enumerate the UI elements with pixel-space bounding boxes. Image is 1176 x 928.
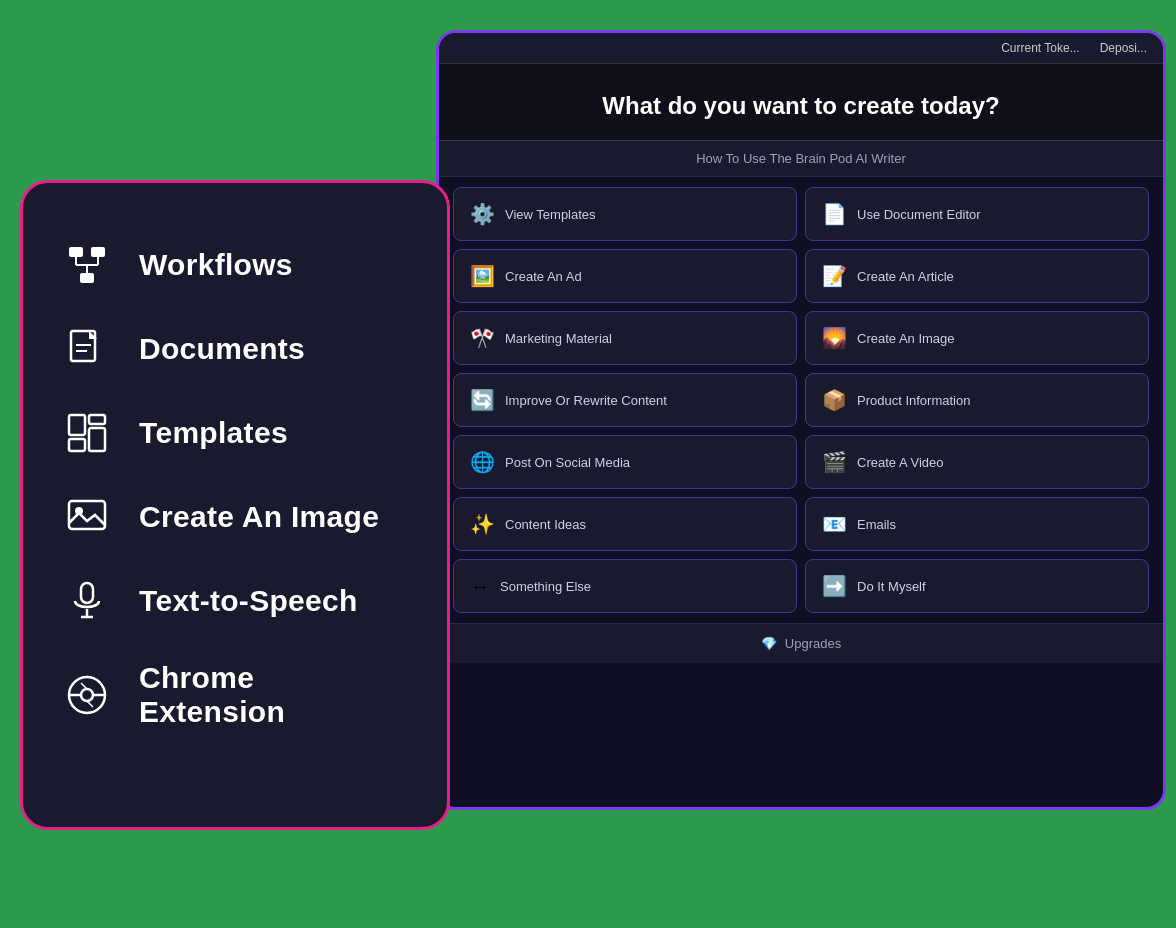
grid-btn-view-templates[interactable]: ⚙️ View Templates xyxy=(453,187,797,241)
page-container: Workflows Documents xyxy=(0,0,1176,928)
upgrades-bar[interactable]: 💎 Upgrades xyxy=(439,623,1163,663)
grid-btn-something-else[interactable]: ↔️ Something Else xyxy=(453,559,797,613)
svg-point-20 xyxy=(81,689,93,701)
current-token-label: Current Toke... xyxy=(1001,41,1079,55)
post-on-social-media-icon: 🌐 xyxy=(470,450,495,474)
improve-or-rewrite-content-icon: 🔄 xyxy=(470,388,495,412)
chrome-extension-icon xyxy=(63,671,111,719)
svg-rect-10 xyxy=(69,415,85,435)
upgrades-icon: 💎 xyxy=(761,636,777,651)
improve-or-rewrite-content-label: Improve Or Rewrite Content xyxy=(505,393,667,408)
marketing-material-icon: 🎌 xyxy=(470,326,495,350)
main-title: What do you want to create today? xyxy=(459,92,1143,120)
grid-btn-create-a-video[interactable]: 🎬 Create A Video xyxy=(805,435,1149,489)
grid-btn-content-ideas[interactable]: ✨ Content Ideas xyxy=(453,497,797,551)
grid-btn-use-document-editor[interactable]: 📄 Use Document Editor xyxy=(805,187,1149,241)
svg-line-23 xyxy=(81,683,87,689)
emails-icon: 📧 xyxy=(822,512,847,536)
button-grid: ⚙️ View Templates 📄 Use Document Editor 🖼️ Cr… xyxy=(439,177,1163,623)
chrome-extension-label: Chrome Extension xyxy=(139,661,407,729)
grid-btn-product-information[interactable]: 📦 Product Information xyxy=(805,373,1149,427)
create-an-article-icon: 📝 xyxy=(822,264,847,288)
product-information-icon: 📦 xyxy=(822,388,847,412)
svg-line-24 xyxy=(87,701,93,707)
svg-rect-1 xyxy=(91,247,105,257)
grid-btn-create-an-article[interactable]: 📝 Create An Article xyxy=(805,249,1149,303)
text-to-speech-icon xyxy=(63,577,111,625)
documents-icon xyxy=(63,325,111,373)
sidebar-item-create-an-image[interactable]: Create An Image xyxy=(53,475,417,559)
workflows-icon xyxy=(63,241,111,289)
create-an-ad-icon: 🖼️ xyxy=(470,264,495,288)
content-ideas-label: Content Ideas xyxy=(505,517,586,532)
svg-rect-12 xyxy=(89,428,105,451)
title-section: What do you want to create today? xyxy=(439,64,1163,141)
templates-label: Templates xyxy=(139,416,288,450)
create-an-article-label: Create An Article xyxy=(857,269,954,284)
svg-rect-13 xyxy=(69,439,85,451)
marketing-material-label: Marketing Material xyxy=(505,331,612,346)
sidebar-item-chrome-extension[interactable]: Chrome Extension xyxy=(53,643,417,747)
svg-rect-0 xyxy=(69,247,83,257)
content-ideas-icon: ✨ xyxy=(470,512,495,536)
svg-rect-14 xyxy=(69,501,105,529)
emails-label: Emails xyxy=(857,517,896,532)
sidebar-item-templates[interactable]: Templates xyxy=(53,391,417,475)
sidebar-panel: Workflows Documents xyxy=(20,180,450,830)
view-templates-label: View Templates xyxy=(505,207,596,222)
workflows-label: Workflows xyxy=(139,248,293,282)
main-panel: Current Toke... Deposi... What do you wa… xyxy=(436,30,1166,810)
create-an-image-icon xyxy=(63,493,111,541)
sidebar-item-workflows[interactable]: Workflows xyxy=(53,223,417,307)
grid-btn-create-an-ad[interactable]: 🖼️ Create An Ad xyxy=(453,249,797,303)
sidebar-item-documents[interactable]: Documents xyxy=(53,307,417,391)
svg-rect-11 xyxy=(89,415,105,424)
upgrades-label: Upgrades xyxy=(785,636,841,651)
grid-btn-improve-or-rewrite-content[interactable]: 🔄 Improve Or Rewrite Content xyxy=(453,373,797,427)
grid-btn-create-an-image[interactable]: 🌄 Create An Image xyxy=(805,311,1149,365)
how-to-label: How To Use The Brain Pod AI Writer xyxy=(696,151,906,166)
something-else-icon: ↔️ xyxy=(470,575,490,598)
grid-btn-emails[interactable]: 📧 Emails xyxy=(805,497,1149,551)
something-else-label: Something Else xyxy=(500,579,591,594)
do-it-myself-icon: ➡️ xyxy=(822,574,847,598)
grid-btn-post-on-social-media[interactable]: 🌐 Post On Social Media xyxy=(453,435,797,489)
documents-label: Documents xyxy=(139,332,305,366)
view-templates-icon: ⚙️ xyxy=(470,202,495,226)
sidebar-item-text-to-speech[interactable]: Text-to-Speech xyxy=(53,559,417,643)
create-a-video-icon: 🎬 xyxy=(822,450,847,474)
create-a-video-label: Create A Video xyxy=(857,455,944,470)
grid-btn-do-it-myself[interactable]: ➡️ Do It Myself xyxy=(805,559,1149,613)
templates-icon xyxy=(63,409,111,457)
use-document-editor-icon: 📄 xyxy=(822,202,847,226)
product-information-label: Product Information xyxy=(857,393,970,408)
how-to-bar[interactable]: How To Use The Brain Pod AI Writer xyxy=(439,141,1163,177)
deposit-label: Deposi... xyxy=(1100,41,1147,55)
use-document-editor-label: Use Document Editor xyxy=(857,207,981,222)
svg-rect-16 xyxy=(81,583,93,603)
create-an-ad-label: Create An Ad xyxy=(505,269,582,284)
create-an-image-label: Create An Image xyxy=(139,500,379,534)
post-on-social-media-label: Post On Social Media xyxy=(505,455,630,470)
svg-rect-2 xyxy=(80,273,94,283)
text-to-speech-label: Text-to-Speech xyxy=(139,584,358,618)
create-an-image-icon: 🌄 xyxy=(822,326,847,350)
header-bar: Current Toke... Deposi... xyxy=(439,33,1163,64)
grid-btn-marketing-material[interactable]: 🎌 Marketing Material xyxy=(453,311,797,365)
do-it-myself-label: Do It Myself xyxy=(857,579,926,594)
create-an-image-label: Create An Image xyxy=(857,331,955,346)
